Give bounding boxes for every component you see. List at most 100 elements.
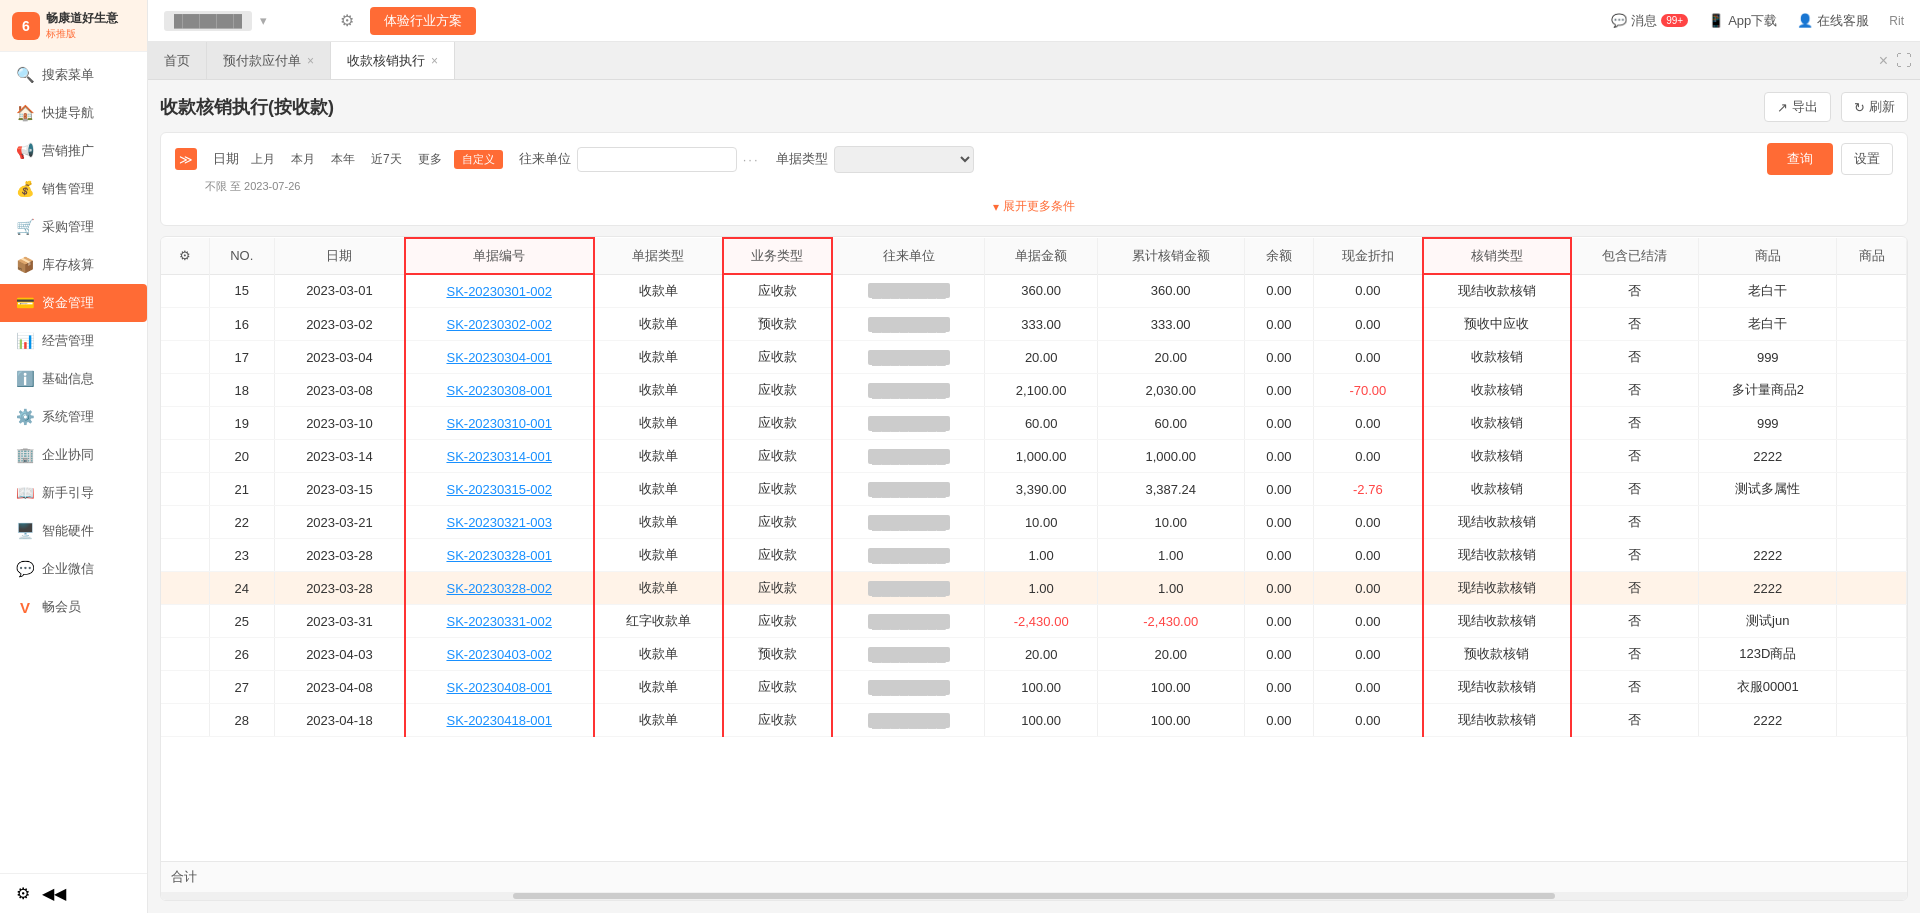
table-footer: 合计 [161, 861, 1907, 892]
voucher-no-link[interactable]: SK-20230328-002 [446, 581, 552, 596]
voucher-type-select[interactable] [834, 146, 974, 173]
cell-voucher-no[interactable]: SK-20230328-001 [405, 539, 594, 572]
date-7days[interactable]: 近7天 [365, 149, 408, 170]
sidebar-item-enterprise[interactable]: 🏢 企业协同 [0, 436, 147, 474]
cell-balance: 0.00 [1244, 539, 1314, 572]
scrollbar-thumb[interactable] [513, 893, 1556, 899]
voucher-no-link[interactable]: SK-20230418-001 [446, 713, 552, 728]
cell-cancel-amount: 1.00 [1097, 539, 1244, 572]
cell-voucher-no[interactable]: SK-20230321-003 [405, 506, 594, 539]
cell-voucher-no[interactable]: SK-20230302-002 [405, 308, 594, 341]
sidebar-item-finance[interactable]: 💳 资金管理 [0, 284, 147, 322]
voucher-no-link[interactable]: SK-20230321-003 [446, 515, 552, 530]
cell-voucher-no[interactable]: SK-20230304-001 [405, 341, 594, 374]
table-row: 21 2023-03-15 SK-20230315-002 收款单 应收款 ██… [161, 473, 1907, 506]
settings-icon[interactable]: ⚙ [16, 884, 30, 903]
settings-gear-icon[interactable]: ⚙ [340, 11, 354, 30]
voucher-no-link[interactable]: SK-20230310-001 [446, 416, 552, 431]
cell-include-settled: 否 [1571, 671, 1699, 704]
refresh-button[interactable]: ↻ 刷新 [1841, 92, 1908, 122]
partner-input[interactable] [577, 147, 737, 172]
sidebar-item-system[interactable]: ⚙️ 系统管理 [0, 398, 147, 436]
cell-voucher-no[interactable]: SK-20230408-001 [405, 671, 594, 704]
voucher-no-link[interactable]: SK-20230304-001 [446, 350, 552, 365]
voucher-no-link[interactable]: SK-20230302-002 [446, 317, 552, 332]
cell-partner: ████████ [832, 440, 985, 473]
cell-voucher-no[interactable]: SK-20230331-002 [405, 605, 594, 638]
tab-prepay-close-icon[interactable]: × [307, 54, 314, 68]
date-more[interactable]: 更多 [412, 149, 448, 170]
sidebar-item-basic[interactable]: ℹ️ 基础信息 [0, 360, 147, 398]
online-service-label: 在线客服 [1817, 12, 1869, 30]
collapse-icon[interactable]: ◀◀ [42, 884, 66, 903]
date-prev-month[interactable]: 上月 [245, 149, 281, 170]
voucher-no-link[interactable]: SK-20230328-001 [446, 548, 552, 563]
sidebar-item-marketing[interactable]: 📢 营销推广 [0, 132, 147, 170]
export-button[interactable]: ↗ 导出 [1764, 92, 1831, 122]
tab-collect-cancel[interactable]: 收款核销执行 × [331, 42, 455, 79]
online-service-button[interactable]: 👤 在线客服 [1797, 12, 1869, 30]
voucher-no-link[interactable]: SK-20230301-002 [446, 284, 552, 299]
voucher-no-link[interactable]: SK-20230314-001 [446, 449, 552, 464]
cell-cancel-type: 预收款核销 [1423, 638, 1571, 671]
date-this-month[interactable]: 本月 [285, 149, 321, 170]
page-header: 收款核销执行(按收款) ↗ 导出 ↻ 刷新 [160, 92, 1908, 122]
app-download-button[interactable]: 📱 App下载 [1708, 12, 1777, 30]
cell-voucher-no[interactable]: SK-20230314-001 [405, 440, 594, 473]
app-download-label: App下载 [1728, 12, 1777, 30]
col-goods2: 商品 [1837, 238, 1907, 274]
cell-voucher-no[interactable]: SK-20230308-001 [405, 374, 594, 407]
voucher-no-link[interactable]: SK-20230408-001 [446, 680, 552, 695]
table-row: 24 2023-03-28 SK-20230328-002 收款单 应收款 ██… [161, 572, 1907, 605]
sidebar-item-shortcut[interactable]: 🏠 快捷导航 [0, 94, 147, 132]
message-button[interactable]: 💬 消息 99+ [1611, 12, 1688, 30]
date-custom-button[interactable]: 自定义 [454, 150, 503, 169]
tab-expand-icon[interactable]: ⛶ [1896, 52, 1912, 70]
date-this-year[interactable]: 本年 [325, 149, 361, 170]
solution-button[interactable]: 体验行业方案 [370, 7, 476, 35]
table-container[interactable]: ⚙ NO. 日期 单据编号 单据类型 业务类型 往来单位 单据金额 累计核销金额… [161, 237, 1907, 861]
cell-include-settled: 否 [1571, 572, 1699, 605]
voucher-no-link[interactable]: SK-20230315-002 [446, 482, 552, 497]
col-settings[interactable]: ⚙ [161, 238, 209, 274]
settings-button[interactable]: 设置 [1841, 143, 1893, 175]
cell-cash-discount: 0.00 [1314, 506, 1423, 539]
cell-voucher-no[interactable]: SK-20230301-002 [405, 274, 594, 308]
cell-voucher-no[interactable]: SK-20230315-002 [405, 473, 594, 506]
cell-voucher-no[interactable]: SK-20230418-001 [405, 704, 594, 737]
cell-cash-discount: -2.76 [1314, 473, 1423, 506]
expand-more-button[interactable]: ▾ 展开更多条件 [175, 198, 1893, 215]
filter-toggle-btn[interactable]: ≫ [175, 148, 197, 170]
cell-partner: ████████ [832, 539, 985, 572]
sidebar-item-member[interactable]: V 畅会员 [0, 588, 147, 626]
sidebar-item-guide[interactable]: 📖 新手引导 [0, 474, 147, 512]
sidebar-item-hardware[interactable]: 🖥️ 智能硬件 [0, 512, 147, 550]
cell-goods2 [1837, 506, 1907, 539]
sidebar-label-finance: 资金管理 [42, 294, 94, 312]
tab-prepay-receivable[interactable]: 预付款应付单 × [207, 42, 331, 79]
brand-selector[interactable]: ████████ [164, 11, 252, 31]
sidebar-item-wechat[interactable]: 💬 企业微信 [0, 550, 147, 588]
cell-date: 2023-04-08 [274, 671, 404, 704]
sidebar-item-purchase[interactable]: 🛒 采购管理 [0, 208, 147, 246]
cell-voucher-no[interactable]: SK-20230403-002 [405, 638, 594, 671]
sidebar-item-sales[interactable]: 💰 销售管理 [0, 170, 147, 208]
sidebar-item-search[interactable]: 🔍 搜索菜单 [0, 56, 147, 94]
filter-bar: ≫ 日期 上月 本月 本年 近7天 更多 自定义 往来单位 ··· [160, 132, 1908, 226]
voucher-no-link[interactable]: SK-20230331-002 [446, 614, 552, 629]
voucher-no-link[interactable]: SK-20230308-001 [446, 383, 552, 398]
voucher-no-link[interactable]: SK-20230403-002 [446, 647, 552, 662]
cell-voucher-no[interactable]: SK-20230310-001 [405, 407, 594, 440]
tab-home[interactable]: 首页 [148, 42, 207, 79]
cell-settings [161, 407, 209, 440]
cell-partner: ████████ [832, 308, 985, 341]
tab-close-all-icon[interactable]: × [1879, 52, 1888, 70]
cell-voucher-no[interactable]: SK-20230328-002 [405, 572, 594, 605]
query-button[interactable]: 查询 [1767, 143, 1833, 175]
horizontal-scrollbar[interactable] [161, 892, 1907, 900]
tab-collect-close-icon[interactable]: × [431, 54, 438, 68]
sidebar-item-inventory[interactable]: 📦 库存核算 [0, 246, 147, 284]
brand-dropdown-icon[interactable]: ▾ [260, 13, 267, 28]
cell-balance: 0.00 [1244, 473, 1314, 506]
sidebar-item-operation[interactable]: 📊 经营管理 [0, 322, 147, 360]
